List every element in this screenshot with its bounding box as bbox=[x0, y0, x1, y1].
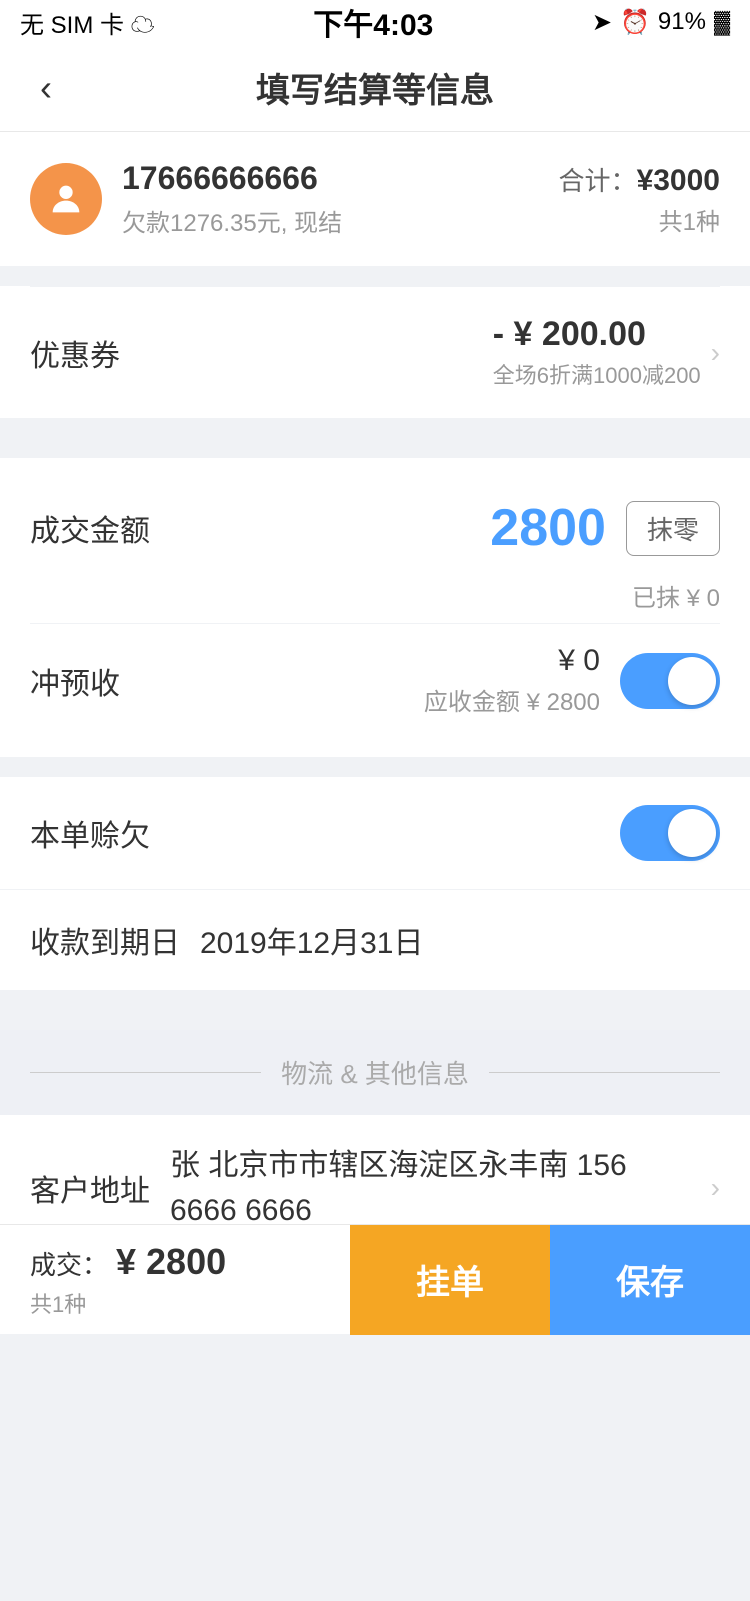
content: 17666666666 欠款1276.35元, 现结 合计：¥3000 共1种 … bbox=[0, 132, 750, 1601]
address-label: 客户地址 bbox=[30, 1166, 150, 1210]
round-button[interactable]: 抹零 bbox=[626, 501, 720, 556]
summary-info: 成交： ¥ 2800 共1种 bbox=[0, 1241, 350, 1319]
nav-bar: ‹ 填写结算等信息 bbox=[0, 44, 750, 132]
total-label: 合计：¥3000 bbox=[559, 161, 720, 198]
sim-status: 无 SIM 卡 ☁ bbox=[20, 5, 155, 40]
debt-row: 本单赊欠 bbox=[0, 777, 750, 889]
section-gap-1 bbox=[0, 438, 750, 458]
customer-left: 17666666666 欠款1276.35元, 现结 bbox=[30, 160, 342, 238]
summary-deal-label: 成交： bbox=[30, 1245, 108, 1282]
prepay-toggle[interactable] bbox=[620, 653, 720, 709]
customer-info: 17666666666 欠款1276.35元, 现结 bbox=[122, 160, 342, 238]
total-count: 共1种 bbox=[559, 202, 720, 237]
status-left: 无 SIM 卡 ☁ bbox=[20, 5, 155, 40]
address-value: 张 北京市市辖区海淀区永丰南 156 6666 6666 bbox=[170, 1143, 695, 1233]
due-row: 收款到期日 2019年12月31日 bbox=[0, 889, 750, 990]
amount-section: 成交金额 2800 抹零 已抹 ¥ 0 冲预收 ¥ 0 应收金额 ¥ 2800 bbox=[0, 458, 750, 757]
user-icon bbox=[46, 179, 86, 219]
amount-right: 2800 抹零 bbox=[490, 498, 720, 558]
deal-amount-label: 成交金额 bbox=[30, 506, 150, 550]
prepay-right: ¥ 0 应收金额 ¥ 2800 bbox=[424, 644, 720, 717]
prepay-label: 冲预收 bbox=[30, 659, 120, 703]
customer-right: 合计：¥3000 共1种 bbox=[559, 161, 720, 237]
debt-card: 本单赊欠 收款到期日 2019年12月31日 bbox=[0, 777, 750, 990]
coupon-discount-area: - ¥ 200.00 全场6折满1000减200 bbox=[493, 315, 701, 390]
coupon-label: 优惠券 bbox=[30, 331, 120, 375]
due-value: 2019年12月31日 bbox=[200, 918, 423, 962]
summary-deal-row: 成交： ¥ 2800 bbox=[30, 1241, 320, 1283]
avatar bbox=[30, 163, 102, 235]
customer-phone: 17666666666 bbox=[122, 160, 342, 197]
page-title: 填写结算等信息 bbox=[256, 63, 494, 112]
section-gap-3 bbox=[0, 1010, 750, 1030]
coupon-right: - ¥ 200.00 全场6折满1000减200 › bbox=[493, 315, 720, 390]
save-button[interactable]: 保存 bbox=[550, 1225, 750, 1335]
battery-status: 91% bbox=[658, 8, 706, 36]
logistics-line-left bbox=[30, 1072, 261, 1073]
logistics-text: 物流 & 其他信息 bbox=[281, 1054, 469, 1091]
section-gap-2 bbox=[0, 757, 750, 777]
summary-count: 共1种 bbox=[30, 1287, 320, 1319]
status-time: 下午4:03 bbox=[313, 0, 433, 44]
debt-label: 本单赊欠 bbox=[30, 811, 150, 855]
deal-amount-value: 2800 bbox=[490, 498, 606, 558]
coupon-discount: - ¥ 200.00 bbox=[493, 315, 701, 354]
summary-amount: ¥ 2800 bbox=[116, 1241, 226, 1283]
customer-card: 17666666666 欠款1276.35元, 现结 合计：¥3000 共1种 bbox=[0, 132, 750, 266]
customer-sub: 欠款1276.35元, 现结 bbox=[122, 203, 342, 238]
prepay-values: ¥ 0 应收金额 ¥ 2800 bbox=[424, 644, 600, 717]
customer-row: 17666666666 欠款1276.35元, 现结 合计：¥3000 共1种 bbox=[0, 132, 750, 266]
battery-icon: ▓ bbox=[714, 9, 730, 35]
back-button[interactable]: ‹ bbox=[30, 57, 62, 119]
logistics-line-right bbox=[489, 1072, 720, 1073]
status-bar: 无 SIM 卡 ☁ 下午4:03 ➤ ⏰ 91% ▓ bbox=[0, 0, 750, 44]
hold-button[interactable]: 挂单 bbox=[350, 1225, 550, 1335]
due-label: 收款到期日 bbox=[30, 918, 180, 962]
debt-toggle[interactable] bbox=[620, 805, 720, 861]
bottom-bar: 成交： ¥ 2800 共1种 挂单 保存 bbox=[0, 1224, 750, 1334]
alarm-icon: ⏰ bbox=[620, 8, 650, 37]
amount-row: 成交金额 2800 抹零 bbox=[30, 478, 720, 578]
prepay-sub: 应收金额 ¥ 2800 bbox=[424, 682, 600, 717]
coupon-desc: 全场6折满1000减200 bbox=[493, 358, 701, 390]
amount-sub: 已抹 ¥ 0 bbox=[30, 578, 720, 623]
address-chevron-icon: › bbox=[711, 1172, 720, 1204]
status-right: ➤ ⏰ 91% ▓ bbox=[592, 8, 730, 37]
coupon-row[interactable]: 优惠券 - ¥ 200.00 全场6折满1000减200 › bbox=[0, 287, 750, 418]
prepay-row: 冲预收 ¥ 0 应收金额 ¥ 2800 bbox=[30, 623, 720, 737]
logistics-divider: 物流 & 其他信息 bbox=[0, 1030, 750, 1115]
chevron-right-icon: › bbox=[711, 337, 720, 369]
coupon-card: 优惠券 - ¥ 200.00 全场6折满1000减200 › bbox=[0, 286, 750, 418]
location-icon: ➤ bbox=[592, 8, 612, 37]
prepay-amount: ¥ 0 bbox=[424, 644, 600, 678]
